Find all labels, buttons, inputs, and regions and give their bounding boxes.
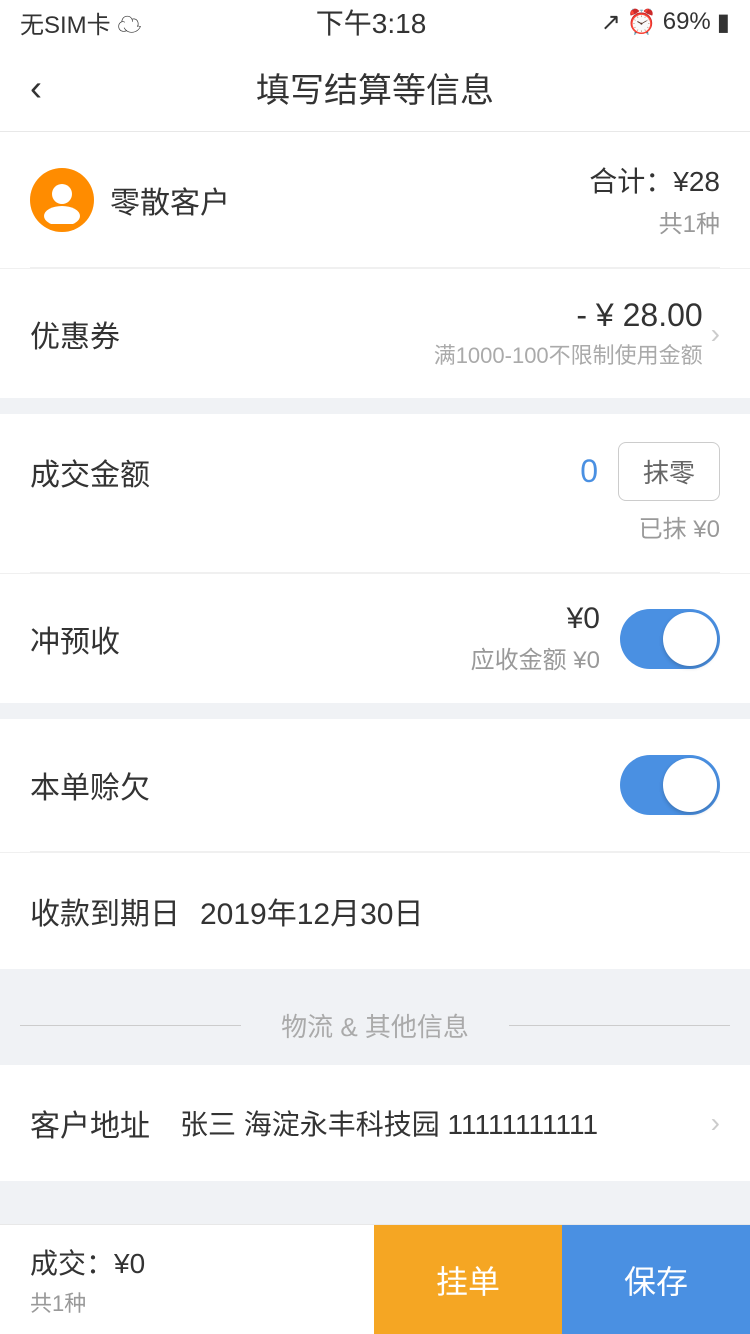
save-button[interactable]: 保存 bbox=[562, 1225, 750, 1334]
status-right: ↗ ⏰ 69% ▮ bbox=[601, 8, 730, 37]
coupon-row[interactable]: 优惠券 - ¥ 28.00 满1000-100不限制使用金额 › bbox=[0, 268, 750, 398]
bottom-bar: 成交：¥0 共1种 挂单 保存 bbox=[0, 1224, 750, 1334]
deal-label: 成交金额 bbox=[30, 450, 150, 494]
nav-bar: ‹ 填写结算等信息 bbox=[0, 44, 750, 132]
alarm-icon: ⏰ bbox=[627, 8, 657, 37]
prepay-info: ¥0 应收金额 ¥0 bbox=[471, 602, 600, 675]
location-icon: ↗ bbox=[601, 8, 621, 37]
coupon-chevron-icon: › bbox=[711, 318, 720, 350]
prepay-row: 冲预收 ¥0 应收金额 ¥0 bbox=[0, 573, 750, 703]
prepay-toggle-track bbox=[620, 609, 720, 669]
prepay-toggle-thumb bbox=[663, 612, 717, 666]
customer-section: 零散客户 合计：¥28 共1种 优惠券 - ¥ 28.00 满1000-100不… bbox=[0, 132, 750, 398]
debt-toggle-thumb bbox=[663, 758, 717, 812]
debt-label: 本单赊欠 bbox=[30, 763, 150, 807]
bottom-deal-value: ¥0 bbox=[114, 1248, 145, 1279]
prepay-amount: ¥0 bbox=[471, 602, 600, 636]
bottom-count: 共1种 bbox=[30, 1286, 344, 1318]
logistics-label: 物流 & 其他信息 bbox=[261, 1007, 489, 1044]
customer-right: 合计：¥28 共1种 bbox=[589, 160, 720, 239]
debt-toggle[interactable] bbox=[620, 755, 720, 815]
deal-right: 0 抹零 bbox=[580, 442, 720, 501]
bottom-deal-label: 成交： bbox=[30, 1248, 114, 1279]
back-button[interactable]: ‹ bbox=[30, 67, 42, 109]
main-content: 零散客户 合计：¥28 共1种 优惠券 - ¥ 28.00 满1000-100不… bbox=[0, 132, 750, 1317]
address-section: 客户地址 张三 海淀永丰科技园 11111111111 › bbox=[0, 1065, 750, 1181]
deal-sub: 已抹 ¥0 bbox=[30, 509, 720, 544]
coupon-info: - ¥ 28.00 满1000-100不限制使用金额 bbox=[434, 297, 703, 370]
due-date-row: 收款到期日 2019年12月30日 bbox=[0, 852, 750, 969]
debt-toggle-track bbox=[620, 755, 720, 815]
prepay-label: 冲预收 bbox=[30, 617, 120, 661]
page-title: 填写结算等信息 bbox=[256, 63, 494, 112]
status-left: 无SIM卡 ☁ bbox=[20, 5, 141, 40]
deal-value: 0 bbox=[580, 453, 598, 490]
hold-button[interactable]: 挂单 bbox=[374, 1225, 562, 1334]
coupon-label: 优惠券 bbox=[30, 312, 120, 356]
due-date-value: 2019年12月30日 bbox=[200, 889, 423, 933]
prepay-right: ¥0 应收金额 ¥0 bbox=[471, 602, 720, 675]
deal-section: 成交金额 0 抹零 已抹 ¥0 冲预收 ¥0 应收金额 ¥0 bbox=[0, 414, 750, 703]
customer-row: 零散客户 合计：¥28 共1种 bbox=[0, 132, 750, 267]
bottom-deal-amount: 成交：¥0 bbox=[30, 1242, 344, 1282]
logistics-header: 物流 & 其他信息 bbox=[0, 985, 750, 1065]
due-date-label: 收款到期日 bbox=[30, 889, 180, 933]
battery-icon: ▮ bbox=[717, 8, 730, 37]
status-time: 下午3:18 bbox=[316, 2, 427, 42]
deal-amount-row: 成交金额 0 抹零 已抹 ¥0 bbox=[0, 414, 750, 572]
address-chevron-icon: › bbox=[711, 1107, 720, 1139]
coupon-discount: - ¥ 28.00 bbox=[434, 297, 703, 334]
prepay-sub: 应收金额 ¥0 bbox=[471, 640, 600, 675]
bottom-info: 成交：¥0 共1种 bbox=[0, 1225, 374, 1334]
deal-row: 成交金额 0 抹零 bbox=[30, 442, 720, 501]
customer-count: 共1种 bbox=[589, 204, 720, 239]
address-label: 客户地址 bbox=[30, 1101, 150, 1145]
no-sim-text: 无SIM卡 ☁ bbox=[20, 5, 141, 40]
customer-left: 零散客户 bbox=[30, 168, 230, 232]
coupon-desc: 满1000-100不限制使用金额 bbox=[434, 338, 703, 370]
status-bar: 无SIM卡 ☁ 下午3:18 ↗ ⏰ 69% ▮ bbox=[0, 0, 750, 44]
round-button[interactable]: 抹零 bbox=[618, 442, 720, 501]
customer-total: 合计：¥28 bbox=[589, 160, 720, 200]
address-value: 张三 海淀永丰科技园 11111111111 bbox=[180, 1103, 711, 1143]
coupon-right: - ¥ 28.00 满1000-100不限制使用金额 › bbox=[434, 297, 720, 370]
customer-avatar bbox=[30, 168, 94, 232]
customer-name: 零散客户 bbox=[110, 178, 230, 222]
address-row[interactable]: 客户地址 张三 海淀永丰科技园 11111111111 › bbox=[0, 1065, 750, 1181]
debt-row: 本单赊欠 bbox=[0, 719, 750, 851]
debt-section: 本单赊欠 收款到期日 2019年12月30日 bbox=[0, 719, 750, 969]
prepay-toggle[interactable] bbox=[620, 609, 720, 669]
battery-text: 69% bbox=[663, 8, 711, 36]
